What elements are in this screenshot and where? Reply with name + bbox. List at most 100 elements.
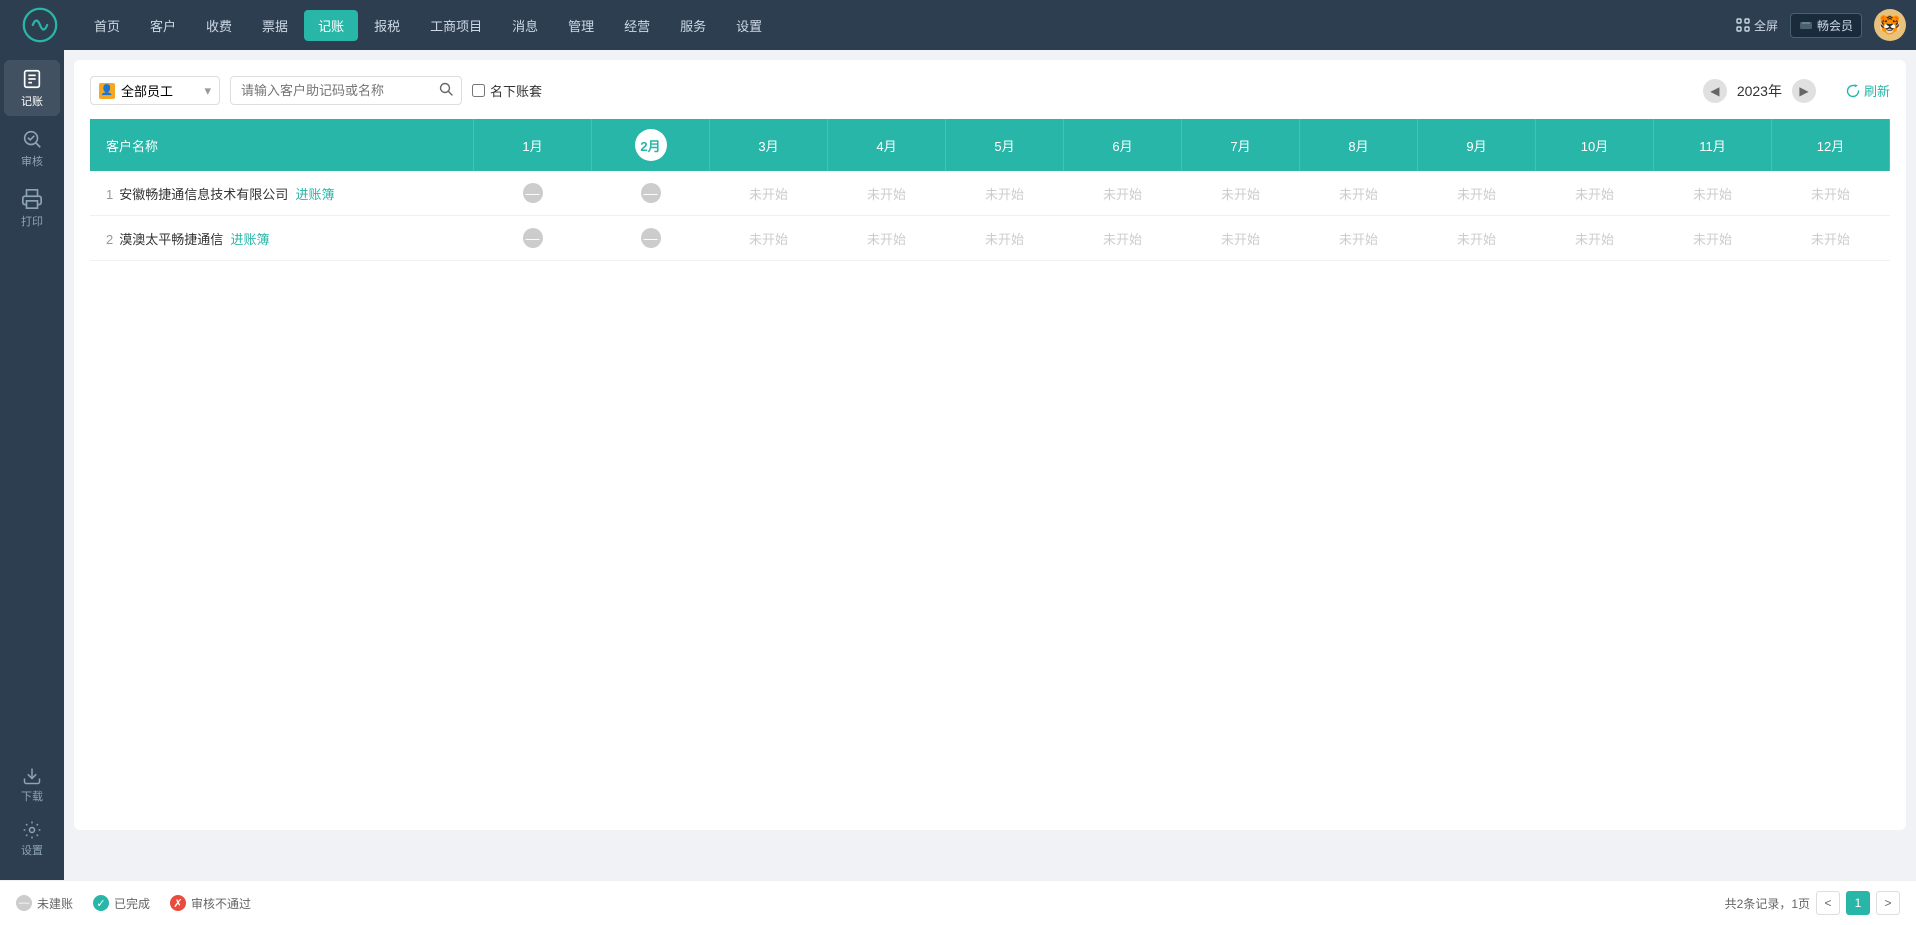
- company-cell: 1 安徽畅捷通信息技术有限公司 进账簿: [90, 171, 474, 216]
- col-customer: 客户名称: [90, 119, 474, 171]
- fullscreen-button[interactable]: 全屏: [1736, 17, 1778, 34]
- checkbox-label-text: 名下账套: [490, 81, 542, 100]
- sidebar-audit-label: 审核: [21, 153, 43, 169]
- status-not-started: 未开始: [1457, 187, 1496, 202]
- page-1-button[interactable]: 1: [1846, 891, 1870, 915]
- sidebar-print-label: 打印: [21, 213, 43, 229]
- sidebar-item-audit[interactable]: 审核: [4, 120, 60, 176]
- status-cell-11: 未开始: [1654, 216, 1772, 261]
- sidebar-download[interactable]: 下载: [4, 760, 60, 810]
- table-body: 1安徽畅捷通信息技术有限公司 进账簿——未开始未开始未开始未开始未开始未开始未开…: [90, 171, 1890, 261]
- status-cell-5: 未开始: [946, 171, 1064, 216]
- toolbar: 👤 全部员工 ▾ 名下账套 ◀ 2023年 ▶: [90, 76, 1890, 105]
- nav-item-收费[interactable]: 收费: [192, 10, 246, 41]
- legend-not-started: — 未建账: [16, 895, 73, 912]
- status-not-started: 未开始: [749, 232, 788, 247]
- vip-button[interactable]: 畅会员: [1790, 13, 1862, 38]
- refresh-label: 刷新: [1864, 81, 1890, 100]
- nav-item-经营[interactable]: 经营: [610, 10, 664, 41]
- table-header: 客户名称 1月2月3月4月5月6月7月8月9月10月11月12月: [90, 119, 1890, 171]
- nav-item-服务[interactable]: 服务: [666, 10, 720, 41]
- search-input[interactable]: [231, 78, 431, 103]
- next-year-button[interactable]: ▶: [1792, 79, 1816, 103]
- status-cell-3: 未开始: [710, 216, 828, 261]
- app-logo[interactable]: [10, 7, 70, 43]
- sidebar-item-print[interactable]: 打印: [4, 180, 60, 236]
- sidebar-item-accounting[interactable]: 记账: [4, 60, 60, 116]
- checkbox-my-accounts[interactable]: 名下账套: [472, 81, 542, 100]
- next-page-button[interactable]: >: [1876, 891, 1900, 915]
- status-cell-8: 未开始: [1300, 216, 1418, 261]
- year-label: 2023年: [1737, 81, 1782, 101]
- year-navigation: ◀ 2023年 ▶: [1703, 79, 1816, 103]
- red-x-icon: ✗: [170, 895, 186, 911]
- my-accounts-checkbox[interactable]: [472, 84, 485, 97]
- status-not-started: 未开始: [1575, 232, 1614, 247]
- nav-item-票据[interactable]: 票据: [248, 10, 302, 41]
- status-cell-2: —: [592, 171, 710, 216]
- top-navigation: 首页客户收费票据记账报税工商项目消息管理经营服务设置 全屏 畅会员 🐯: [0, 0, 1916, 50]
- company-name: 漠澳太平畅捷通信: [119, 232, 223, 247]
- pagination: 共2条记录，1页 < 1 >: [1725, 891, 1900, 915]
- col-month-11: 11月: [1654, 119, 1772, 171]
- nav-item-设置[interactable]: 设置: [722, 10, 776, 41]
- prev-page-button[interactable]: <: [1816, 891, 1840, 915]
- nav-item-管理[interactable]: 管理: [554, 10, 608, 41]
- sidebar-bottom: 下载 设置: [4, 760, 60, 864]
- sidebar-settings-label: 设置: [21, 842, 43, 858]
- status-not-started: 未开始: [1575, 187, 1614, 202]
- nav-item-报税[interactable]: 报税: [360, 10, 414, 41]
- sidebar-accounting-label: 记账: [21, 93, 43, 109]
- status-not-started: 未开始: [985, 187, 1024, 202]
- status-not-started: 未开始: [749, 187, 788, 202]
- col-month-1: 1月: [474, 119, 592, 171]
- status-cell-9: 未开始: [1418, 171, 1536, 216]
- status-not-started: 未开始: [1693, 187, 1732, 202]
- employee-select[interactable]: 👤 全部员工 ▾: [90, 76, 220, 105]
- row-number: 1: [106, 187, 113, 202]
- status-not-started: 未开始: [1811, 232, 1850, 247]
- status-not-started: 未开始: [1221, 232, 1260, 247]
- enter-ledger-link[interactable]: 进账簿: [230, 232, 269, 247]
- employee-icon: 👤: [99, 83, 115, 99]
- nav-item-首页[interactable]: 首页: [80, 10, 134, 41]
- col-month-4: 4月: [828, 119, 946, 171]
- search-button[interactable]: [431, 77, 461, 104]
- status-cell-4: 未开始: [828, 216, 946, 261]
- enter-ledger-link[interactable]: 进账簿: [295, 187, 334, 202]
- content-card: 👤 全部员工 ▾ 名下账套 ◀ 2023年 ▶: [74, 60, 1906, 830]
- col-month-12: 12月: [1772, 119, 1890, 171]
- nav-item-工商项目[interactable]: 工商项目: [416, 10, 496, 41]
- company-cell: 2漠澳太平畅捷通信 进账簿: [90, 216, 474, 261]
- refresh-button[interactable]: 刷新: [1846, 81, 1890, 100]
- status-not-started: 未开始: [867, 187, 906, 202]
- nav-right-area: 全屏 畅会员 🐯: [1736, 9, 1906, 41]
- status-cell-10: 未开始: [1536, 216, 1654, 261]
- status-cell-6: 未开始: [1064, 216, 1182, 261]
- legend-completed: ✓ 已完成: [93, 895, 150, 912]
- status-cell-8: 未开始: [1300, 171, 1418, 216]
- user-avatar[interactable]: 🐯: [1874, 9, 1906, 41]
- nav-item-客户[interactable]: 客户: [136, 10, 190, 41]
- status-minus-icon: —: [641, 183, 661, 203]
- prev-year-button[interactable]: ◀: [1703, 79, 1727, 103]
- status-cell-7: 未开始: [1182, 171, 1300, 216]
- search-box: [230, 76, 462, 105]
- nav-item-消息[interactable]: 消息: [498, 10, 552, 41]
- footer: — 未建账 ✓ 已完成 ✗ 审核不通过 共2条记录，1页 < 1 >: [0, 880, 1916, 925]
- nav-menu: 首页客户收费票据记账报税工商项目消息管理经营服务设置: [80, 10, 1736, 41]
- legend-not-started-label: 未建账: [37, 895, 73, 912]
- status-not-started: 未开始: [1339, 232, 1378, 247]
- main-content: 👤 全部员工 ▾ 名下账套 ◀ 2023年 ▶: [64, 50, 1916, 880]
- accounts-table: 客户名称 1月2月3月4月5月6月7月8月9月10月11月12月 1安徽畅捷通信…: [90, 119, 1890, 261]
- fullscreen-label: 全屏: [1754, 17, 1778, 34]
- col-month-2: 2月: [592, 119, 710, 171]
- status-cell-7: 未开始: [1182, 216, 1300, 261]
- status-cell-6: 未开始: [1064, 171, 1182, 216]
- status-cell-1: —: [474, 216, 592, 261]
- status-cell-12: 未开始: [1772, 171, 1890, 216]
- company-name: 安徽畅捷通信息技术有限公司: [119, 187, 288, 202]
- sidebar-settings[interactable]: 设置: [4, 814, 60, 864]
- nav-item-记账[interactable]: 记账: [304, 10, 358, 41]
- table-wrapper: 客户名称 1月2月3月4月5月6月7月8月9月10月11月12月 1安徽畅捷通信…: [90, 119, 1890, 261]
